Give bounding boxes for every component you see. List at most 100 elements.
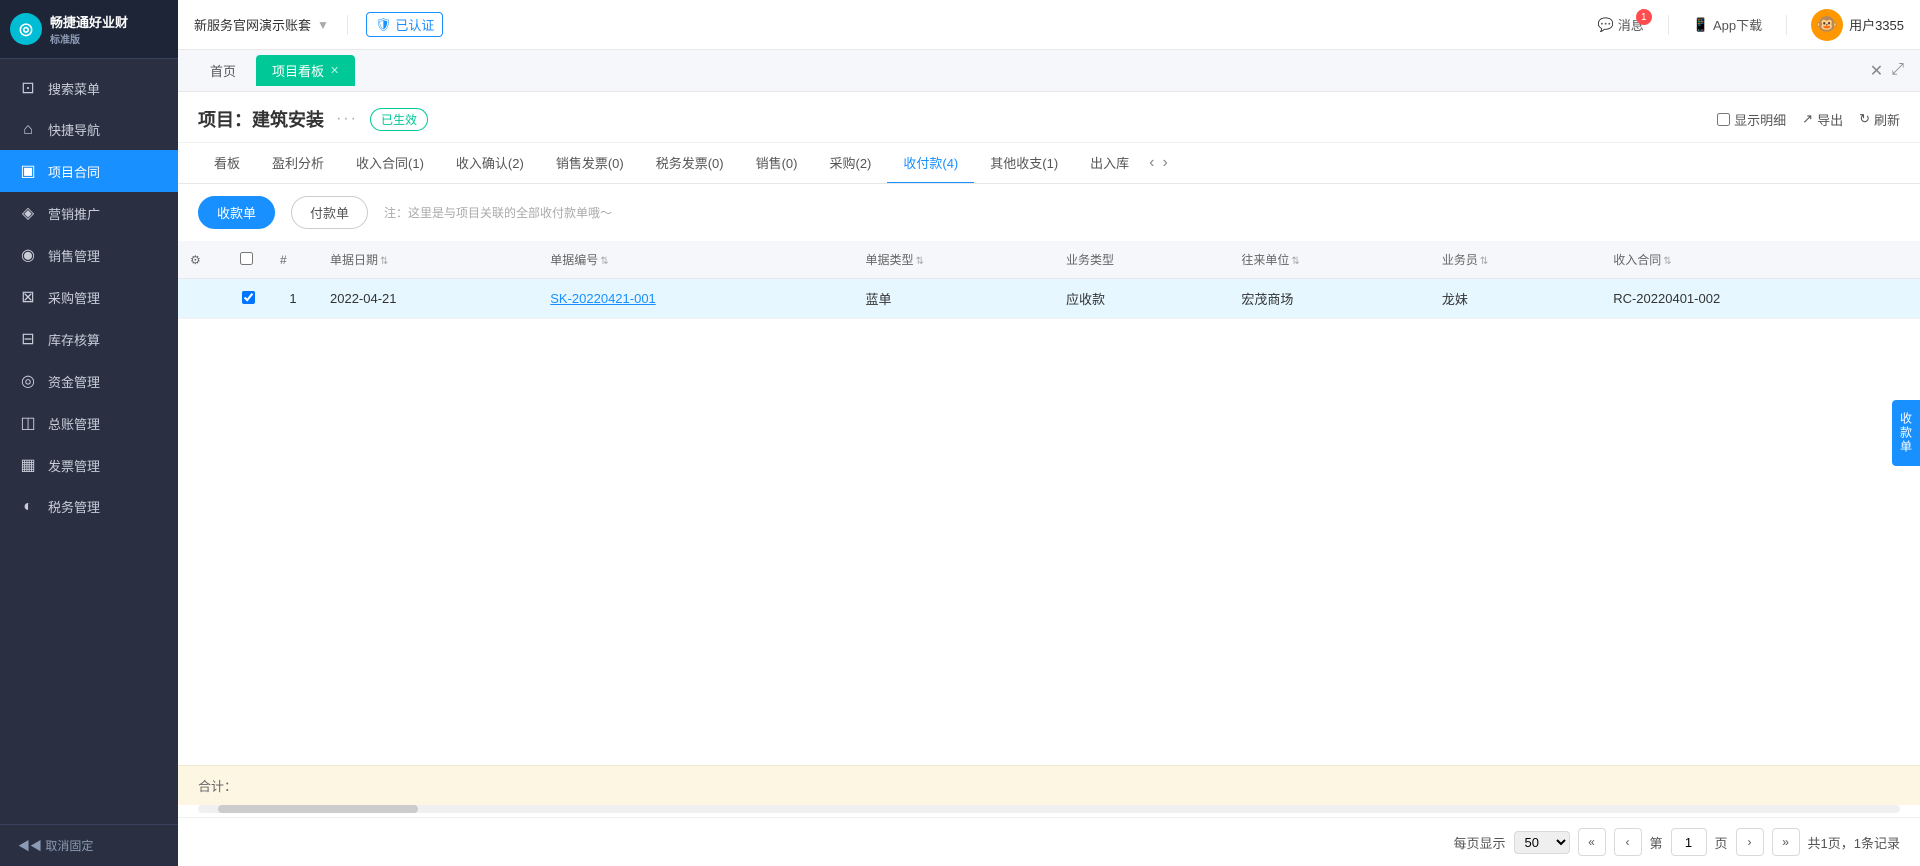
total-label: 合计： xyxy=(198,779,237,794)
th-salesman[interactable]: 业务员⇅ xyxy=(1430,241,1601,279)
account-dropdown-icon[interactable]: ▼ xyxy=(317,18,329,32)
sidebar-item-sales[interactable]: ◉ 销售管理 xyxy=(0,234,178,276)
tab-project-board[interactable]: 项目看板 ✕ xyxy=(256,55,355,86)
sub-tab-2[interactable]: 收入合同(1) xyxy=(340,143,440,184)
certified-label: 已认证 xyxy=(395,15,434,34)
th-date[interactable]: 单据日期⇅ xyxy=(318,241,538,279)
sidebar-label-inventory: 库存核算 xyxy=(48,330,100,349)
td-date-0: 2022-04-21 xyxy=(318,279,538,319)
topbar-right: 💬 消息 1 📱 App下载 🐵 用户3355 xyxy=(1598,9,1904,41)
show-detail-toggle[interactable]: 显示明细 xyxy=(1717,110,1786,129)
th-date-label: 单据日期 xyxy=(330,253,378,267)
th-partner[interactable]: 往来单位⇅ xyxy=(1229,241,1430,279)
sidebar-item-quick-nav[interactable]: ⌂ 快捷导航 xyxy=(0,109,178,150)
next-page-button[interactable]: › xyxy=(1736,828,1764,856)
sidebar-item-inventory[interactable]: ⊟ 库存核算 xyxy=(0,318,178,360)
user-name: 用户3355 xyxy=(1849,15,1904,34)
sidebar-icon-quick-nav: ⌂ xyxy=(18,121,38,139)
sidebar-item-search[interactable]: ⊡ 搜索菜单 xyxy=(0,67,178,109)
tab-home-label: 首页 xyxy=(210,61,236,80)
th-type[interactable]: 单据类型⇅ xyxy=(854,241,1055,279)
sidebar-item-finance[interactable]: ◎ 资金管理 xyxy=(0,360,178,402)
right-float-button[interactable]: 收款单 xyxy=(1892,400,1920,466)
tab-home[interactable]: 首页 xyxy=(194,55,252,86)
total-pages-label: 共1页，1条记录 xyxy=(1808,833,1900,852)
table-row[interactable]: 1 2022-04-21 SK-20220421-001 蓝单 应收款 宏茂商场… xyxy=(178,279,1920,319)
sub-tab-5[interactable]: 税务发票(0) xyxy=(640,143,740,184)
message-button[interactable]: 💬 消息 1 xyxy=(1598,15,1644,34)
th-type-label: 单据类型 xyxy=(866,253,914,267)
project-name: 建筑安装 xyxy=(252,110,324,130)
sub-tab-7[interactable]: 采购(2) xyxy=(813,143,887,184)
sidebar-header: ◎ 畅捷通好业财 标准版 xyxy=(0,0,178,59)
export-label: 导出 xyxy=(1817,110,1843,129)
th-type-sort-icon: ⇅ xyxy=(916,256,924,267)
doc-code-link-0[interactable]: SK-20220421-001 xyxy=(550,291,656,306)
sidebar-item-general-ledger[interactable]: ◫ 总账管理 xyxy=(0,402,178,444)
user-menu[interactable]: 🐵 用户3355 xyxy=(1811,9,1904,41)
sidebar: ◎ 畅捷通好业财 标准版 ⊡ 搜索菜单 ⌂ 快捷导航 ▣ 项目合同 ◈ 营销推广… xyxy=(0,0,178,866)
th-code[interactable]: 单据编号⇅ xyxy=(538,241,853,279)
current-page-input[interactable] xyxy=(1671,828,1707,856)
table-header: ⚙ # 单据日期⇅ 单据编号⇅ 单据类型⇅ 业务类型 往来单位⇅ 业务员⇅ 收入… xyxy=(178,241,1920,279)
sidebar-icon-project-contract: ▣ xyxy=(18,161,38,181)
sub-tabs-prev-arrow[interactable]: ‹ xyxy=(1145,154,1158,172)
prev-page-button[interactable]: ‹ xyxy=(1614,828,1642,856)
sub-tab-10[interactable]: 出入库 xyxy=(1074,143,1145,184)
sub-tab-0[interactable]: 看板 xyxy=(198,143,256,184)
payment-toggle[interactable]: 付款单 xyxy=(291,196,368,229)
sidebar-pin-toggle[interactable]: ◀◀ 取消固定 xyxy=(0,824,178,866)
refresh-button[interactable]: ↻ 刷新 xyxy=(1859,110,1900,129)
sidebar-item-marketing[interactable]: ◈ 营销推广 xyxy=(0,192,178,234)
sub-tab-1[interactable]: 盈利分析 xyxy=(256,143,340,184)
project-title: 项目：建筑安装 xyxy=(198,106,324,132)
export-icon: ↗ xyxy=(1802,111,1813,127)
certified-badge: 🛡 已认证 xyxy=(366,12,444,37)
sub-tabs-next-arrow[interactable]: › xyxy=(1159,154,1172,172)
sub-tab-6[interactable]: 销售(0) xyxy=(740,143,814,184)
sidebar-item-invoice[interactable]: ▦ 发票管理 xyxy=(0,444,178,486)
first-page-button[interactable]: « xyxy=(1578,828,1606,856)
toggle-row: 收款单 付款单 注：这里是与项目关联的全部收付款单哦～ xyxy=(178,184,1920,241)
th-contract-sort-icon: ⇅ xyxy=(1663,256,1671,267)
select-all-checkbox[interactable] xyxy=(240,252,253,265)
th-checkbox[interactable] xyxy=(228,241,268,279)
last-page-button[interactable]: » xyxy=(1772,828,1800,856)
window-maximize-button[interactable]: ⤢ xyxy=(1891,61,1904,81)
td-type-0: 蓝单 xyxy=(854,279,1055,319)
row-checkbox-0[interactable] xyxy=(242,291,255,304)
td-code-0[interactable]: SK-20220421-001 xyxy=(538,279,853,319)
tab-window-controls: ✕ ⤢ xyxy=(1870,61,1904,81)
td-checkbox-0[interactable] xyxy=(228,279,268,319)
sub-tab-8[interactable]: 收付款(4) xyxy=(887,143,974,184)
td-partner-0: 宏茂商场 xyxy=(1229,279,1430,319)
horizontal-scrollbar[interactable] xyxy=(198,805,1900,813)
sidebar-label-purchase: 采购管理 xyxy=(48,288,100,307)
project-more-button[interactable]: ··· xyxy=(336,110,358,128)
export-button[interactable]: ↗ 导出 xyxy=(1802,110,1843,129)
sidebar-item-tax[interactable]: ◐ 税务管理 xyxy=(0,486,178,527)
sidebar-item-project-contract[interactable]: ▣ 项目合同 xyxy=(0,150,178,192)
project-actions: 显示明细 ↗ 导出 ↻ 刷新 xyxy=(1717,110,1900,129)
scrollbar-thumb[interactable] xyxy=(218,805,418,813)
app-download-label: App下载 xyxy=(1713,15,1762,34)
sub-tab-9[interactable]: 其他收支(1) xyxy=(974,143,1074,184)
unpin-label: ◀◀ 取消固定 xyxy=(18,837,93,854)
app-download-button[interactable]: 📱 App下载 xyxy=(1693,15,1762,34)
tab-close-icon[interactable]: ✕ xyxy=(330,64,339,77)
receipt-toggle[interactable]: 收款单 xyxy=(198,196,275,229)
th-contract[interactable]: 收入合同⇅ xyxy=(1601,241,1920,279)
sidebar-icon-finance: ◎ xyxy=(18,371,38,391)
sidebar-label-search: 搜索菜单 xyxy=(48,79,100,98)
phone-icon: 📱 xyxy=(1693,17,1709,33)
th-settings[interactable]: ⚙ xyxy=(178,241,228,279)
sidebar-icon-inventory: ⊟ xyxy=(18,329,38,349)
window-close-button[interactable]: ✕ xyxy=(1870,61,1883,81)
sub-tab-3[interactable]: 收入确认(2) xyxy=(440,143,540,184)
sidebar-item-purchase[interactable]: ⊠ 采购管理 xyxy=(0,276,178,318)
per-page-select[interactable]: 50 20 100 xyxy=(1514,831,1570,854)
footer-total-bar: 合计： xyxy=(178,765,1920,805)
show-detail-checkbox[interactable] xyxy=(1717,113,1730,126)
account-selector[interactable]: 新服务官网演示账套 ▼ xyxy=(194,15,329,34)
sub-tab-4[interactable]: 销售发票(0) xyxy=(540,143,640,184)
